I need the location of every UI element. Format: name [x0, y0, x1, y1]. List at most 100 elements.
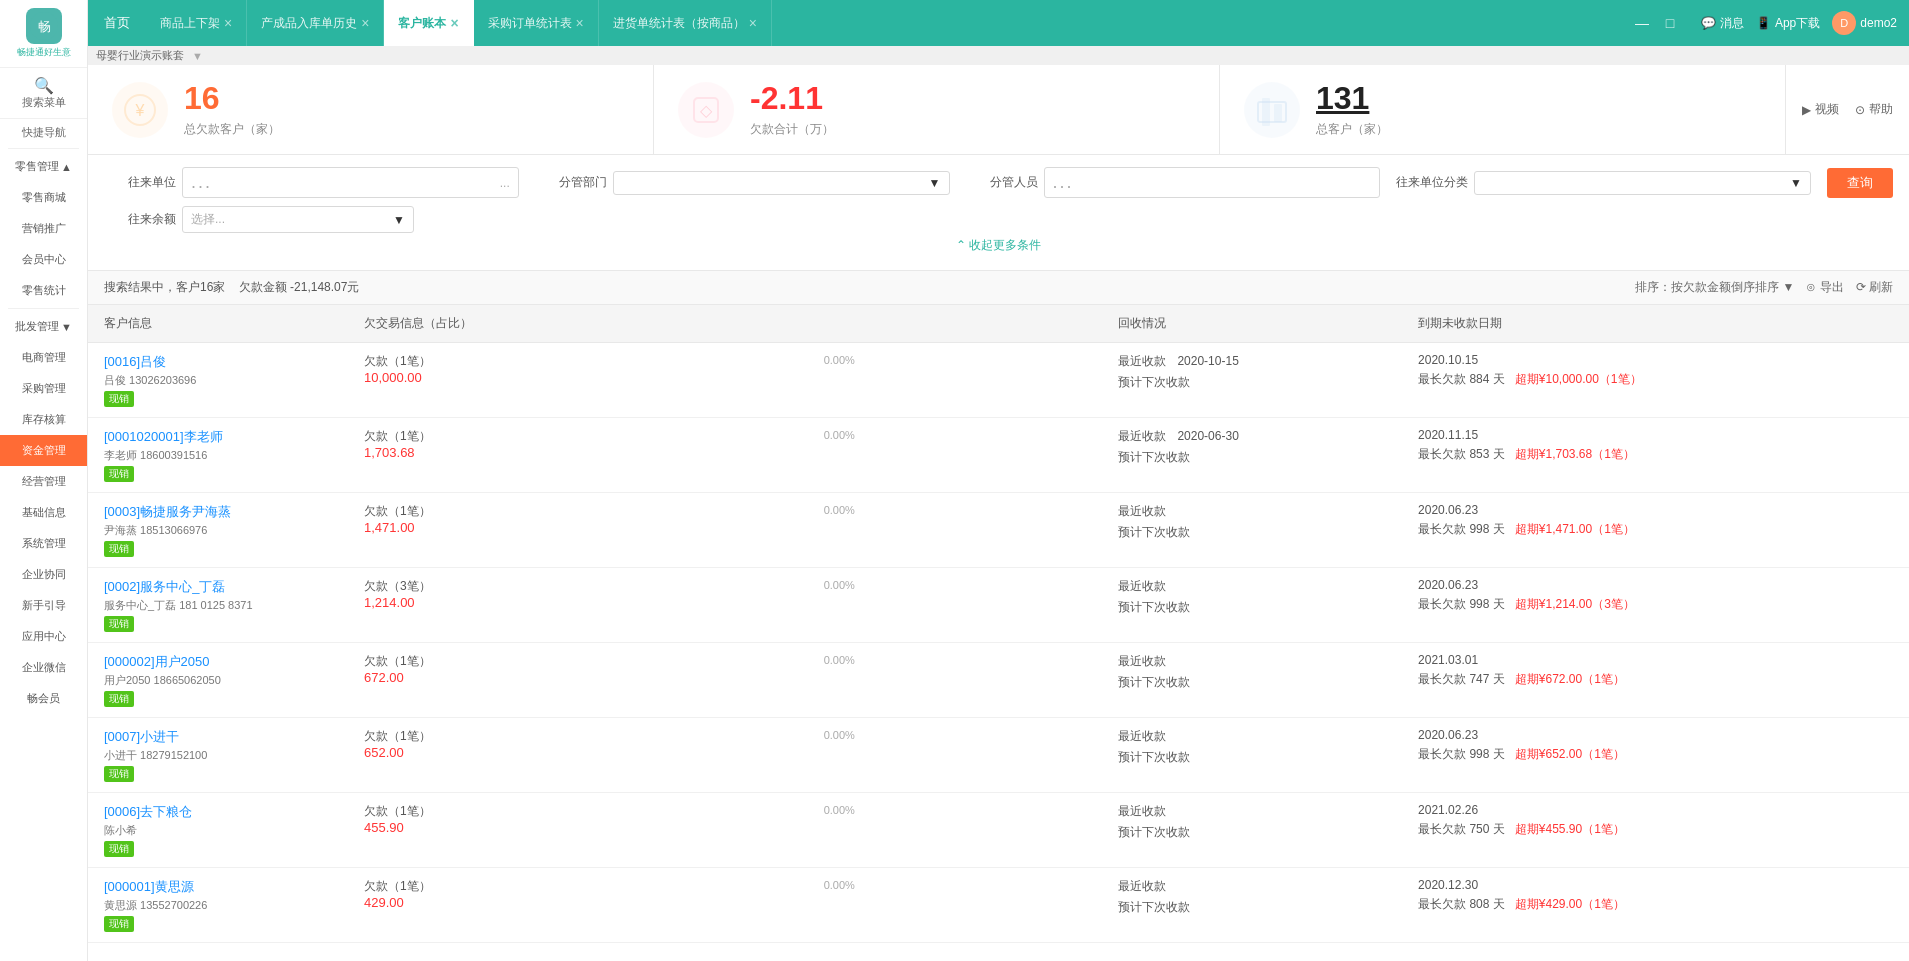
sidebar-item-batch-manage[interactable]: 批发管理▼	[0, 311, 87, 342]
download-icon: 📱	[1756, 16, 1771, 30]
overdue-link-0[interactable]: 超期¥10,000.00（1笔）	[1515, 372, 1642, 386]
cell-debt-0: 欠款（1笔） 10,000.00	[348, 343, 808, 418]
export-btn[interactable]: ⊙ 导出	[1806, 279, 1843, 296]
debt-amount-6[interactable]: 455.90	[364, 820, 792, 835]
tab-home[interactable]: 首页	[88, 14, 146, 32]
filter-department-label: 分管部门	[535, 174, 607, 191]
overdue-link-3[interactable]: 超期¥1,214.00（3笔）	[1515, 597, 1635, 611]
avatar-icon: D	[1832, 11, 1856, 35]
debt-amount-1[interactable]: 1,703.68	[364, 445, 792, 460]
filter-collapse-btn[interactable]: ⌃ 收起更多条件	[104, 233, 1893, 258]
customer-name-link-4[interactable]: [000002]用户2050	[104, 653, 332, 671]
chevron-down-icon: ▼	[929, 176, 941, 190]
sidebar-item-retail-stats[interactable]: 零售统计	[0, 275, 87, 306]
stat-amount-label: 欠款合计（万）	[750, 121, 834, 138]
filter-department-select[interactable]: ▼	[613, 171, 950, 195]
last-collect-4: 最近收款	[1118, 653, 1386, 670]
debt-ratio-5: 0.00%	[824, 729, 855, 741]
overdue-info-6: 最长欠款 750 天 超期¥455.90（1笔）	[1418, 821, 1893, 838]
window-minimize[interactable]: —	[1631, 12, 1653, 34]
search-button[interactable]: 查询	[1827, 168, 1893, 198]
sidebar-item-capital[interactable]: 资金管理	[0, 435, 87, 466]
sidebar-item-retail-manage[interactable]: 零售管理▲	[0, 151, 87, 182]
sidebar-item-ecommerce[interactable]: 电商管理	[0, 342, 87, 373]
customer-name-link-3[interactable]: [0002]服务中心_丁磊	[104, 578, 332, 596]
customer-badge-6: 现销	[104, 841, 134, 857]
svg-rect-8	[1274, 104, 1282, 122]
tab-close-stock[interactable]: ×	[749, 15, 757, 31]
tab-stock-stats[interactable]: 进货单统计表（按商品） ×	[599, 0, 772, 46]
debt-amount-3[interactable]: 1,214.00	[364, 595, 792, 610]
debt-amount-5[interactable]: 652.00	[364, 745, 792, 760]
sidebar-search[interactable]: 🔍 搜索菜单	[0, 68, 87, 119]
sidebar-item-app-center[interactable]: 应用中心	[0, 621, 87, 652]
sidebar-item-basic-info[interactable]: 基础信息	[0, 497, 87, 528]
overdue-link-1[interactable]: 超期¥1,703.68（1笔）	[1515, 447, 1635, 461]
company-dropdown-icon[interactable]: ▼	[192, 50, 203, 62]
last-collect-3: 最近收款	[1118, 578, 1386, 595]
overdue-link-5[interactable]: 超期¥652.00（1笔）	[1515, 747, 1625, 761]
window-maximize[interactable]: □	[1659, 12, 1681, 34]
tab-production[interactable]: 产成品入库单历史 ×	[247, 0, 384, 46]
sidebar-item-ops[interactable]: 经营管理	[0, 466, 87, 497]
sidebar-item-member[interactable]: 会员中心	[0, 244, 87, 275]
filter-person-label: 分管人员	[966, 174, 1038, 191]
user-avatar[interactable]: D demo2	[1832, 11, 1897, 35]
sidebar-item-inventory[interactable]: 库存核算	[0, 404, 87, 435]
cell-ratio-3: 0.00%	[808, 568, 1102, 643]
filter-supplier-input[interactable]: ...	[182, 167, 519, 198]
tab-close-customer-account[interactable]: ×	[450, 15, 458, 31]
debt-amount-7[interactable]: 429.00	[364, 895, 792, 910]
sidebar-item-changjie-member[interactable]: 畅会员	[0, 683, 87, 714]
help-btn[interactable]: ⊙ 帮助	[1855, 101, 1893, 118]
message-btn[interactable]: 💬 消息	[1701, 15, 1744, 32]
table-row: [0001020001]李老师 李老师 18600391516 现销 欠款（1笔…	[88, 418, 1909, 493]
tab-close-products[interactable]: ×	[224, 15, 232, 31]
overdue-link-2[interactable]: 超期¥1,471.00（1笔）	[1515, 522, 1635, 536]
last-collect-7: 最近收款	[1118, 878, 1386, 895]
stat-total-content: 131 总客户（家）	[1316, 81, 1388, 137]
next-collect-2: 预计下次收款	[1118, 524, 1386, 541]
tab-close-production[interactable]: ×	[361, 15, 369, 31]
sidebar-quick-nav[interactable]: 快捷导航	[0, 119, 87, 146]
customer-name-link-6[interactable]: [0006]去下粮仓	[104, 803, 332, 821]
logo-icon: 畅	[26, 8, 62, 44]
table-container[interactable]: 客户信息 欠交易信息（占比） 回收情况 到期未收款日期 [0016]吕俊 吕俊 …	[88, 305, 1909, 961]
app-download-btn[interactable]: 📱 App下载	[1756, 15, 1820, 32]
top-bar: 首页 商品上下架 × 产成品入库单历史 × 客户账本 × 采购订单统计表 ×	[88, 0, 1909, 46]
tab-products[interactable]: 商品上下架 ×	[146, 0, 247, 46]
tab-close-purchase[interactable]: ×	[576, 15, 584, 31]
overdue-info-0: 最长欠款 884 天 超期¥10,000.00（1笔）	[1418, 371, 1893, 388]
sidebar-item-enterprise-collab[interactable]: 企业协同	[0, 559, 87, 590]
cell-debt-1: 欠款（1笔） 1,703.68	[348, 418, 808, 493]
debt-amount-0[interactable]: 10,000.00	[364, 370, 792, 385]
customer-badge-3: 现销	[104, 616, 134, 632]
tab-customer-account[interactable]: 客户账本 ×	[384, 0, 473, 46]
view-video-btn[interactable]: ▶ 视频	[1802, 101, 1839, 118]
sidebar-item-retail-mall[interactable]: 零售商城	[0, 182, 87, 213]
customer-name-link-2[interactable]: [0003]畅捷服务尹海蒸	[104, 503, 332, 521]
customer-name-link-5[interactable]: [0007]小进干	[104, 728, 332, 746]
debt-amount-4[interactable]: 672.00	[364, 670, 792, 685]
tab-purchase-stats[interactable]: 采购订单统计表 ×	[474, 0, 599, 46]
customer-name-link-0[interactable]: [0016]吕俊	[104, 353, 332, 371]
sidebar-item-purchase[interactable]: 采购管理	[0, 373, 87, 404]
sidebar-item-system[interactable]: 系统管理	[0, 528, 87, 559]
overdue-link-6[interactable]: 超期¥455.90（1笔）	[1515, 822, 1625, 836]
filter-category-select[interactable]: ▼	[1474, 171, 1811, 195]
overdue-link-4[interactable]: 超期¥672.00（1笔）	[1515, 672, 1625, 686]
cell-debt-2: 欠款（1笔） 1,471.00	[348, 493, 808, 568]
sidebar-item-newbie[interactable]: 新手引导	[0, 590, 87, 621]
debt-amount-2[interactable]: 1,471.00	[364, 520, 792, 535]
sort-label[interactable]: 排序：按欠款金额倒序排序 ▼	[1635, 279, 1794, 296]
cell-collection-2: 最近收款 预计下次收款	[1102, 493, 1402, 568]
customer-name-link-1[interactable]: [0001020001]李老师	[104, 428, 332, 446]
overdue-link-7[interactable]: 超期¥429.00（1笔）	[1515, 897, 1625, 911]
message-icon: 💬	[1701, 16, 1716, 30]
sidebar-item-enterprise-wechat[interactable]: 企业微信	[0, 652, 87, 683]
sidebar-item-marketing[interactable]: 营销推广	[0, 213, 87, 244]
customer-name-link-7[interactable]: [000001]黄思源	[104, 878, 332, 896]
filter-balance-select[interactable]: 选择... ▼	[182, 206, 414, 233]
filter-person-input[interactable]: ...	[1044, 167, 1381, 198]
refresh-btn[interactable]: ⟳ 刷新	[1856, 279, 1893, 296]
